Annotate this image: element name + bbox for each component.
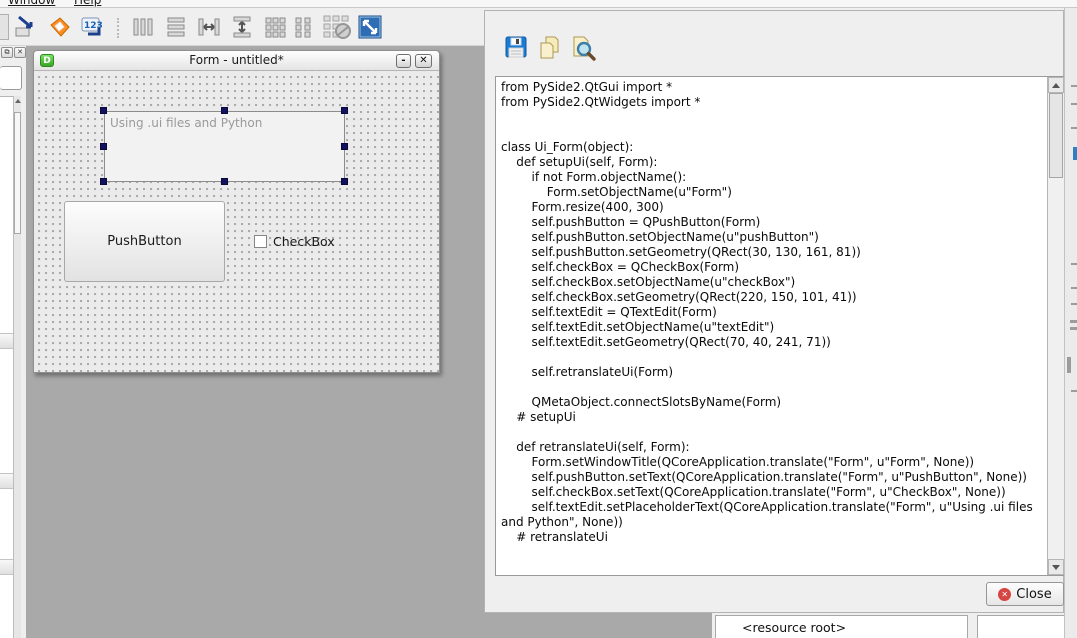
widget-box-list[interactable] [0,96,13,638]
code-line: self.textEdit.setGeometry(QRect(70, 40, … [501,335,1047,350]
code-line [501,125,1047,140]
scroll-up-icon[interactable] [1048,77,1064,93]
menu-window[interactable]: Window [8,0,55,7]
code-line: class Ui_Form(object): [501,140,1047,155]
break-layout-icon[interactable] [322,14,352,40]
widget-category[interactable] [0,473,13,489]
code-line: self.retranslateUi(Form) [501,365,1047,380]
code-line: self.checkBox = QCheckBox(Form) [501,260,1047,275]
code-line [501,425,1047,440]
edit-signals-slots-icon[interactable] [13,14,39,40]
code-line: self.checkBox.setText(QCoreApplication.t… [501,485,1047,500]
checkbox-indicator[interactable] [254,235,267,248]
scroll-down-icon[interactable] [1048,559,1064,575]
code-line: def setupUi(self, Form): [501,155,1047,170]
layout-vertical-splitter-icon[interactable] [229,14,255,40]
minimize-button[interactable]: - [396,54,411,68]
edit-buddies-icon[interactable] [47,14,73,40]
adjust-size-icon[interactable] [357,14,383,40]
selection-handle[interactable] [100,107,107,114]
code-line: self.pushButton.setText(QCoreApplication… [501,470,1047,485]
code-line: from PySide2.QtGui import * [501,80,1047,95]
form-editor-window: D Form - untitled* - ✕ Using .ui files a… [33,50,440,373]
code-line [501,380,1047,395]
copy-all-icon[interactable] [537,35,563,61]
code-line: if not Form.objectName(): [501,170,1047,185]
float-dock-icon[interactable]: ⧉ [1,47,13,58]
code-viewer[interactable]: from PySide2.QtGui import *from PySide2.… [495,76,1065,576]
checkbox-widget[interactable]: CheckBox [254,221,355,262]
widget-filter-input[interactable] [0,66,22,90]
layout-form-icon[interactable] [293,14,315,40]
resource-preview-pane [977,615,1066,638]
resource-tree[interactable]: <resource root> [715,615,968,638]
code-text[interactable]: from PySide2.QtGui import *from PySide2.… [496,77,1047,575]
save-icon[interactable] [504,35,530,61]
code-line: self.checkBox.setObjectName(u"checkBox") [501,275,1047,290]
selection-handle[interactable] [341,178,348,185]
close-circle-icon: ✕ [998,588,1011,601]
code-line: from PySide2.QtWidgets import * [501,95,1047,110]
code-line: # setupUi [501,410,1047,425]
code-scrollbar[interactable] [1047,77,1064,575]
code-line: QMetaObject.connectSlotsByName(Form) [501,395,1047,410]
code-line: self.pushButton.setObjectName(u"pushButt… [501,230,1047,245]
layout-horizontal-icon[interactable] [130,14,156,40]
selection-handle[interactable] [221,107,228,114]
code-line: self.textEdit = QTextEdit(Form) [501,305,1047,320]
code-line: self.textEdit.setObjectName(u"textEdit") [501,320,1047,335]
find-icon[interactable] [569,35,595,61]
code-line: # retranslateUi [501,530,1047,545]
view-code-dialog: from PySide2.QtGui import *from PySide2.… [484,10,1064,613]
widget-category[interactable] [0,333,13,349]
selection-handle[interactable] [221,178,228,185]
selection-handle[interactable] [341,107,348,114]
scrollbar-thumb[interactable] [14,112,21,234]
code-line: self.checkBox.setGeometry(QRect(220, 150… [501,290,1047,305]
checkbox-label: CheckBox [273,234,335,249]
code-line [501,350,1047,365]
code-line: self.textEdit.setPlaceholderText(QCoreAp… [501,500,1047,515]
scroll-up-icon [15,99,21,103]
layout-grid-icon[interactable] [262,14,288,40]
mdi-area-bottom [484,613,712,638]
widget-box-scrollbar[interactable] [13,96,21,638]
code-line: Form.setObjectName(u"Form") [501,185,1047,200]
scrollbar-thumb[interactable] [1049,93,1063,178]
qt-designer-screen: Window Help 123 [0,0,1077,638]
textedit-widget[interactable]: Using .ui files and Python [104,111,345,182]
code-line [501,110,1047,125]
close-dock-icon[interactable]: ✕ [14,47,26,58]
selection-handle[interactable] [100,143,107,150]
code-line: self.pushButton.setGeometry(QRect(30, 13… [501,245,1047,260]
edit-tab-order-icon[interactable]: 123 [79,14,105,40]
close-button[interactable]: ✕ Close [986,582,1064,606]
edit-widgets-icon[interactable] [0,14,9,40]
selected-row-fragment [1073,147,1077,160]
toolbar-separator [117,18,119,38]
code-line: and Python", None)) [501,515,1047,530]
layout-horizontal-splitter-icon[interactable] [196,14,222,40]
form-window-titlebar[interactable]: D Form - untitled* - ✕ [34,51,439,71]
code-line: Form.resize(400, 300) [501,200,1047,215]
close-button-label: Close [1016,587,1051,602]
right-panel-edge [1064,8,1077,638]
resource-root-item[interactable]: <resource root> [742,620,846,635]
form-canvas[interactable]: Using .ui files and Python PushButton Ch… [34,71,439,372]
selection-handle[interactable] [100,178,107,185]
widget-box-dock: ⧉ ✕ [0,46,26,638]
close-window-button[interactable]: ✕ [415,54,432,68]
code-line: self.pushButton = QPushButton(Form) [501,215,1047,230]
menu-help[interactable]: Help [74,0,101,7]
widget-category[interactable] [0,559,13,575]
code-line: def retranslateUi(self, Form): [501,440,1047,455]
layout-vertical-icon[interactable] [163,14,189,40]
form-window-title: Form - untitled* [34,53,439,67]
menubar: Window Help [0,0,1077,8]
selection-handle[interactable] [341,143,348,150]
code-line: Form.setWindowTitle(QCoreApplication.tra… [501,455,1047,470]
pushbutton-widget[interactable]: PushButton [64,201,225,282]
